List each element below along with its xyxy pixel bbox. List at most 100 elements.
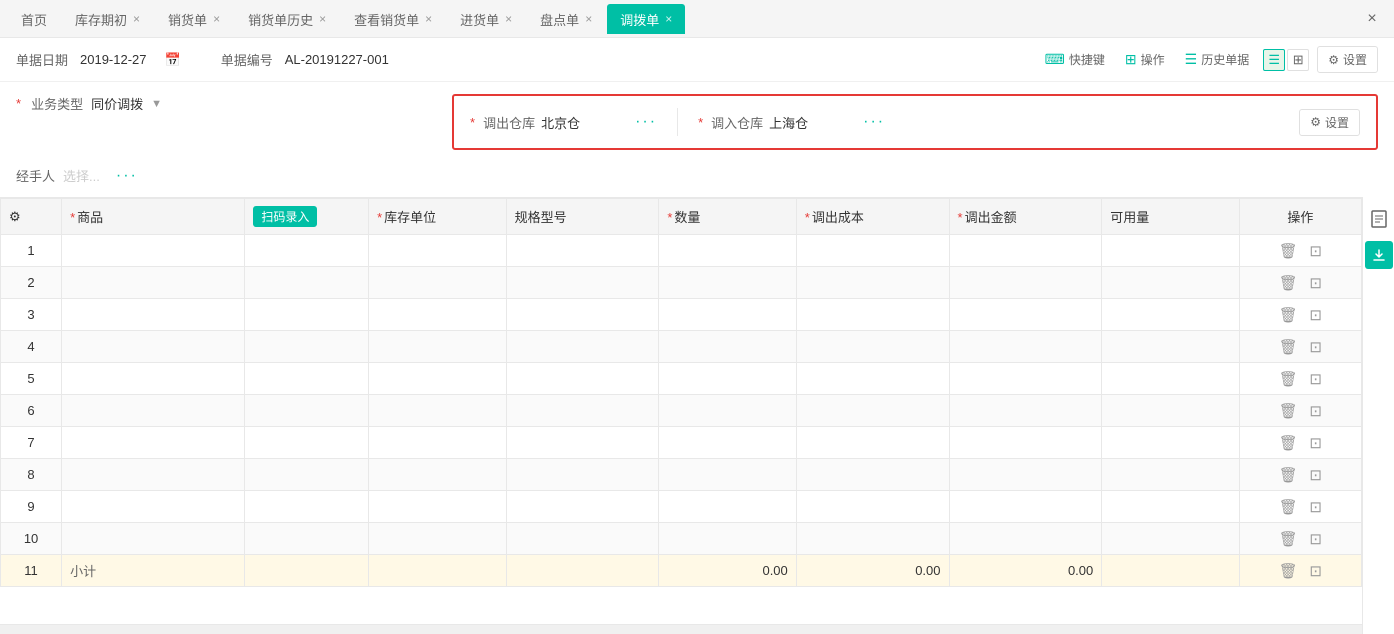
qty-cell-2[interactable] xyxy=(659,267,796,299)
handler-dots[interactable]: ··· xyxy=(116,167,138,185)
qty-cell-10[interactable] xyxy=(659,523,796,555)
amount-cell-8[interactable] xyxy=(949,459,1102,491)
spec-cell-7[interactable] xyxy=(506,427,659,459)
unit-cell-10[interactable] xyxy=(369,523,506,555)
unit-cell-6[interactable] xyxy=(369,395,506,427)
cost-cell-5[interactable] xyxy=(796,363,949,395)
product-cell-2[interactable] xyxy=(62,267,245,299)
copy-btn-5[interactable]: ⊡ xyxy=(1305,369,1326,390)
cost-cell-3[interactable] xyxy=(796,299,949,331)
copy-btn-6[interactable]: ⊡ xyxy=(1305,401,1326,422)
cost-cell-9[interactable] xyxy=(796,491,949,523)
cost-cell-4[interactable] xyxy=(796,331,949,363)
tab-close-inventory-count[interactable]: × xyxy=(585,13,592,25)
warehouse-settings-button[interactable]: ⚙ 设置 xyxy=(1299,109,1360,136)
settings-button[interactable]: ⚙ 设置 xyxy=(1317,46,1378,73)
spec-cell-5[interactable] xyxy=(506,363,659,395)
side-export-icon[interactable] xyxy=(1365,241,1393,269)
product-cell-8[interactable] xyxy=(62,459,245,491)
out-warehouse-value[interactable]: 北京仓 xyxy=(541,113,621,132)
unit-cell-2[interactable] xyxy=(369,267,506,299)
tab-transfer[interactable]: 调拨单 × xyxy=(607,4,685,34)
col-gear[interactable]: ⚙ xyxy=(1,199,62,235)
spec-cell-1[interactable] xyxy=(506,235,659,267)
copy-btn-4[interactable]: ⊡ xyxy=(1305,337,1326,358)
window-close-button[interactable]: × xyxy=(1358,5,1386,33)
biz-type-select[interactable]: 同价调拨 ▼ xyxy=(91,94,162,113)
spec-cell-4[interactable] xyxy=(506,331,659,363)
tab-close-sales-order[interactable]: × xyxy=(213,13,220,25)
tab-close-sales-history[interactable]: × xyxy=(319,13,326,25)
unit-cell-1[interactable] xyxy=(369,235,506,267)
product-cell-6[interactable] xyxy=(62,395,245,427)
cost-cell-7[interactable] xyxy=(796,427,949,459)
cost-cell-6[interactable] xyxy=(796,395,949,427)
amount-cell-1[interactable] xyxy=(949,235,1102,267)
amount-cell-6[interactable] xyxy=(949,395,1102,427)
shortcut-action[interactable]: ⌨ 快捷键 xyxy=(1039,49,1111,70)
product-cell-9[interactable] xyxy=(62,491,245,523)
unit-cell-5[interactable] xyxy=(369,363,506,395)
unit-cell-8[interactable] xyxy=(369,459,506,491)
qty-cell-1[interactable] xyxy=(659,235,796,267)
out-warehouse-dots[interactable]: ··· xyxy=(635,113,657,131)
delete-btn-4[interactable]: 🗑 xyxy=(1275,337,1302,358)
tab-sales-history[interactable]: 销货单历史 × xyxy=(235,4,339,34)
qty-cell-6[interactable] xyxy=(659,395,796,427)
amount-cell-7[interactable] xyxy=(949,427,1102,459)
tab-close-view-sales[interactable]: × xyxy=(425,13,432,25)
grid-view-button[interactable]: ⊞ xyxy=(1287,49,1309,71)
amount-cell-9[interactable] xyxy=(949,491,1102,523)
operation-action[interactable]: ⊞ 操作 xyxy=(1119,49,1171,70)
handler-select[interactable]: 选择... xyxy=(63,166,100,185)
table-container[interactable]: ⚙ 商品 扫码录入 库存单位 规格型号 数量 调出成本 调出金额 可用量 xyxy=(0,197,1362,624)
product-cell-5[interactable] xyxy=(62,363,245,395)
delete-btn-8[interactable]: 🗑 xyxy=(1275,465,1302,486)
amount-cell-10[interactable] xyxy=(949,523,1102,555)
qty-cell-8[interactable] xyxy=(659,459,796,491)
delete-btn-7[interactable]: 🗑 xyxy=(1275,433,1302,454)
history-action[interactable]: ☰ 历史单据 xyxy=(1179,49,1256,70)
spec-cell-10[interactable] xyxy=(506,523,659,555)
in-warehouse-dots[interactable]: ··· xyxy=(863,113,885,131)
side-doc-icon[interactable] xyxy=(1365,205,1393,233)
tab-view-sales[interactable]: 查看销货单 × xyxy=(341,4,445,34)
tab-close-purchase-order[interactable]: × xyxy=(505,13,512,25)
tab-close-inventory-init[interactable]: × xyxy=(133,13,140,25)
spec-cell-9[interactable] xyxy=(506,491,659,523)
copy-icon-11[interactable]: ⊡ xyxy=(1305,561,1326,582)
in-warehouse-value[interactable]: 上海仓 xyxy=(769,113,849,132)
qty-cell-9[interactable] xyxy=(659,491,796,523)
qty-cell-4[interactable] xyxy=(659,331,796,363)
scroll-bar[interactable] xyxy=(0,624,1362,634)
delete-btn-5[interactable]: 🗑 xyxy=(1275,369,1302,390)
tab-sales-order[interactable]: 销货单 × xyxy=(155,4,233,34)
copy-btn-10[interactable]: ⊡ xyxy=(1305,529,1326,550)
unit-cell-7[interactable] xyxy=(369,427,506,459)
spec-cell-3[interactable] xyxy=(506,299,659,331)
spec-cell-8[interactable] xyxy=(506,459,659,491)
spec-cell-6[interactable] xyxy=(506,395,659,427)
qty-cell-5[interactable] xyxy=(659,363,796,395)
copy-btn-7[interactable]: ⊡ xyxy=(1305,433,1326,454)
unit-cell-9[interactable] xyxy=(369,491,506,523)
delete-btn-9[interactable]: 🗑 xyxy=(1275,497,1302,518)
product-cell-10[interactable] xyxy=(62,523,245,555)
copy-btn-2[interactable]: ⊡ xyxy=(1305,273,1326,294)
scan-button[interactable]: 扫码录入 xyxy=(253,206,317,227)
delete-btn-10[interactable]: 🗑 xyxy=(1275,529,1302,550)
cost-cell-10[interactable] xyxy=(796,523,949,555)
cost-cell-8[interactable] xyxy=(796,459,949,491)
product-cell-7[interactable] xyxy=(62,427,245,459)
list-view-button[interactable]: ☰ xyxy=(1263,49,1285,71)
qty-cell-3[interactable] xyxy=(659,299,796,331)
tab-close-transfer[interactable]: × xyxy=(665,13,672,25)
copy-btn-8[interactable]: ⊡ xyxy=(1305,465,1326,486)
delete-btn-3[interactable]: 🗑 xyxy=(1275,305,1302,326)
tab-purchase-order[interactable]: 进货单 × xyxy=(447,4,525,34)
unit-cell-3[interactable] xyxy=(369,299,506,331)
product-cell-3[interactable] xyxy=(62,299,245,331)
unit-cell-4[interactable] xyxy=(369,331,506,363)
spec-cell-2[interactable] xyxy=(506,267,659,299)
amount-cell-4[interactable] xyxy=(949,331,1102,363)
